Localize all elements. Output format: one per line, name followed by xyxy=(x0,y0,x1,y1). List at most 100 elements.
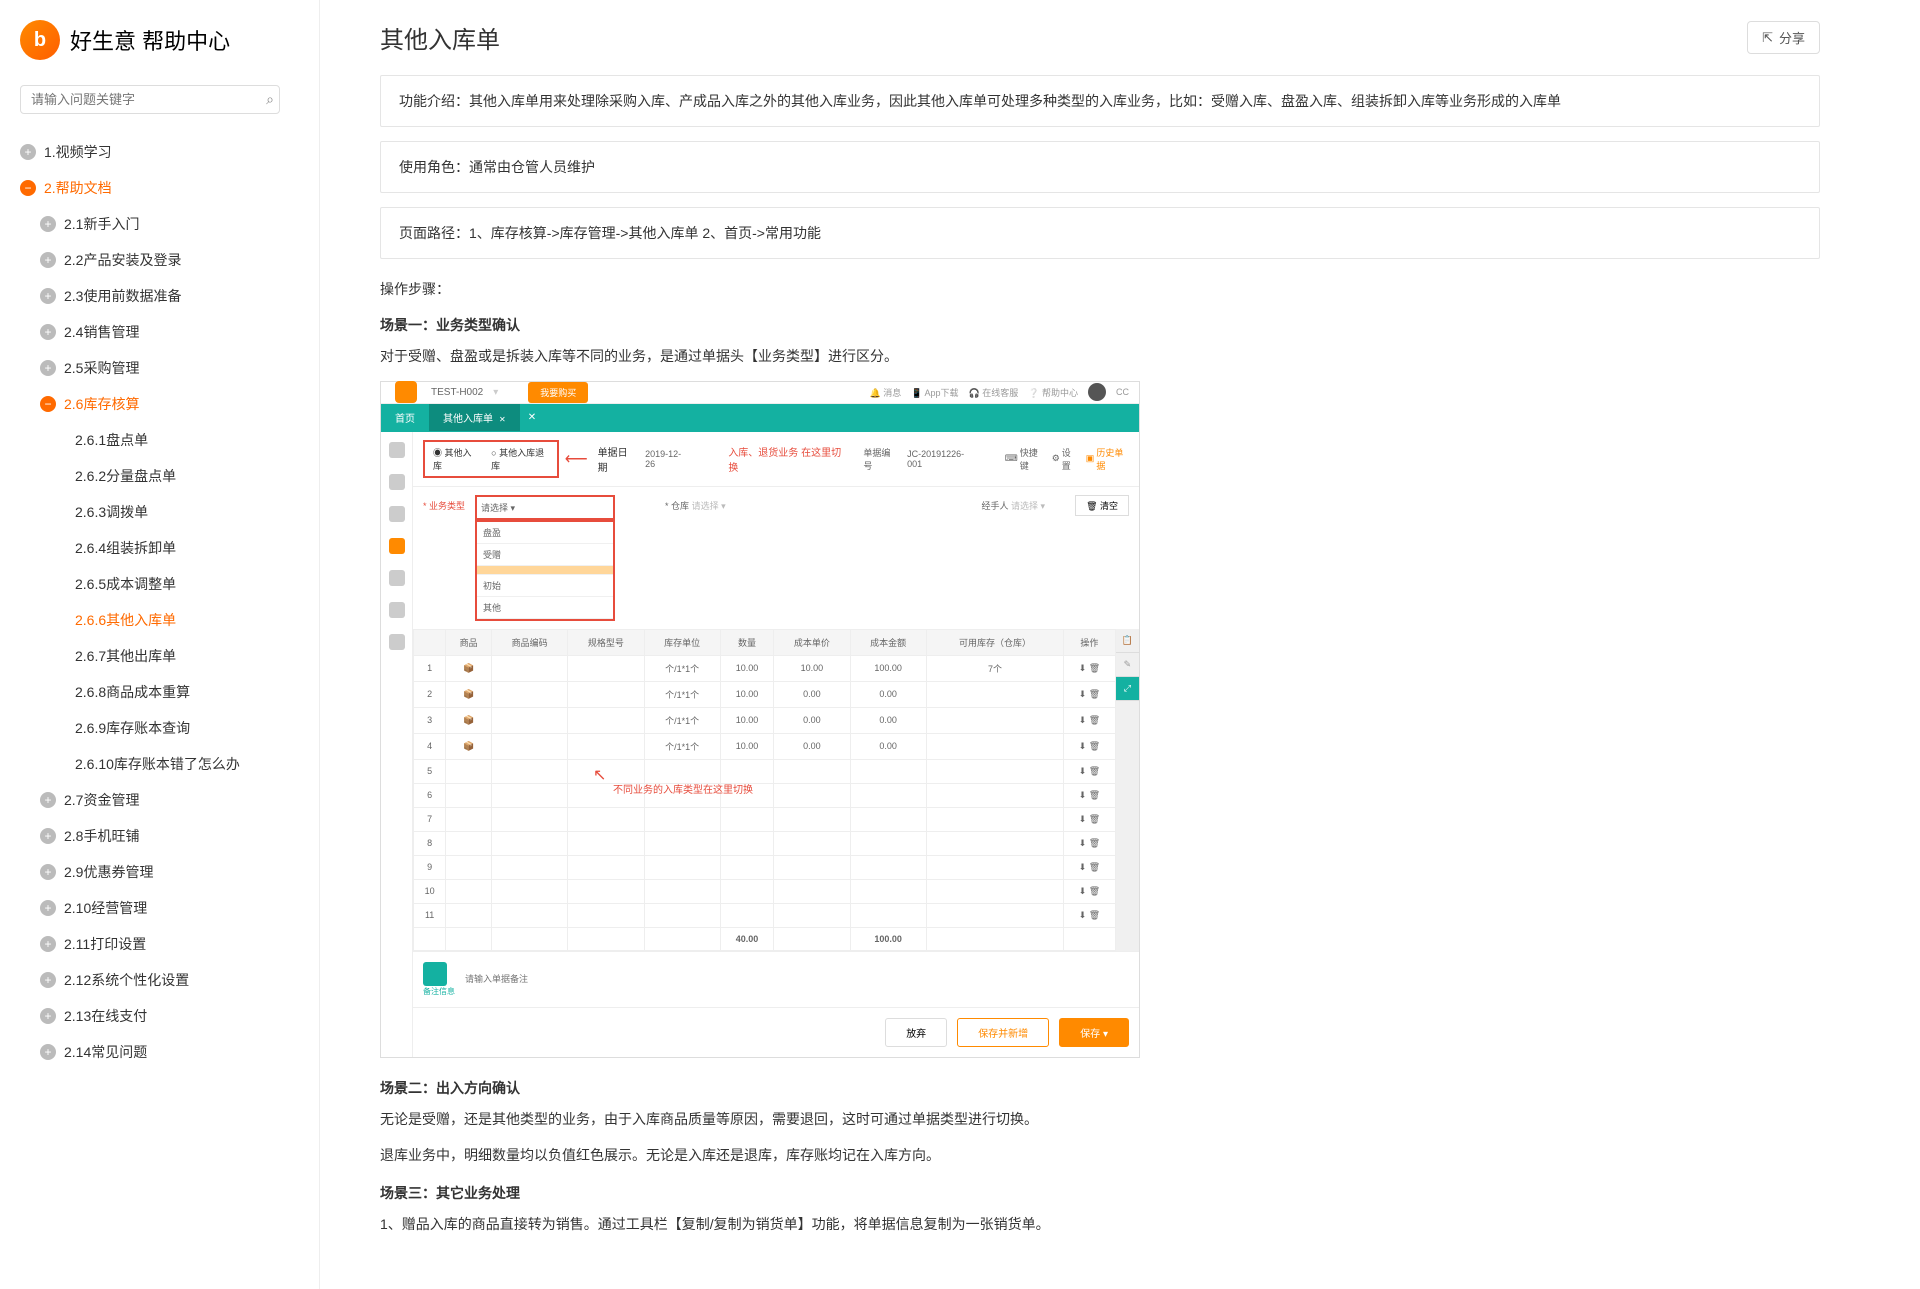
dropdown-item[interactable]: 其他 xyxy=(477,597,613,619)
ss-side-icon[interactable] xyxy=(389,602,405,618)
ss-date-value[interactable]: 2019-12-26 xyxy=(645,449,688,469)
nav-item[interactable]: 2.6.1盘点单 xyxy=(20,422,299,458)
ss-save-button[interactable]: 保存 ▾ xyxy=(1059,1018,1129,1047)
expand-icon[interactable] xyxy=(40,828,56,844)
ss-toolbar-item[interactable]: ▣ 历史单据 xyxy=(1086,446,1129,472)
ss-side-icon[interactable] xyxy=(389,442,405,458)
ss-radio-option[interactable]: ○ 其他入库退库 xyxy=(491,446,549,472)
ss-toolbar-item[interactable]: ⚙ 设置 xyxy=(1052,446,1078,472)
ss-top-link[interactable]: 📱 App下载 xyxy=(911,386,958,399)
nav-item[interactable]: 2.13在线支付 xyxy=(20,998,299,1034)
collapse-icon[interactable] xyxy=(40,396,56,412)
ss-note-input[interactable] xyxy=(465,974,1129,984)
nav-item[interactable]: 2.6.3调拨单 xyxy=(20,494,299,530)
ss-top-link[interactable]: 🔔 消息 xyxy=(870,386,902,399)
nav-item[interactable]: 2.8手机旺铺 xyxy=(20,818,299,854)
dropdown-item[interactable]: 盘盈 xyxy=(477,522,613,544)
nav-item[interactable]: 2.6.7其他出库单 xyxy=(20,638,299,674)
ss-radio-option[interactable]: ◉ 其他入库 xyxy=(433,446,477,472)
table-row[interactable]: 3📦个/1*1个10.000.000.00⬇ 🗑 xyxy=(414,707,1116,733)
nav-item[interactable]: 2.2产品安装及登录 xyxy=(20,242,299,278)
ss-top-link[interactable]: 🎧 在线客服 xyxy=(969,386,1019,399)
nav-item[interactable]: 2.6.8商品成本重算 xyxy=(20,674,299,710)
ss-clear-button[interactable]: 🗑 清空 xyxy=(1075,495,1129,516)
ss-side-icon[interactable] xyxy=(389,570,405,586)
dropdown-item[interactable]: 受赠 xyxy=(477,544,613,566)
expand-icon[interactable] xyxy=(20,144,36,160)
ss-dropdown-list: 盘盈受赠初始其他 xyxy=(475,520,615,621)
collapse-icon[interactable] xyxy=(20,180,36,196)
nav-item[interactable]: 2.9优惠券管理 xyxy=(20,854,299,890)
share-button[interactable]: ⇱ 分享 xyxy=(1747,21,1820,54)
main-content: 其他入库单 ⇱ 分享 功能介绍：其他入库单用来处理除采购入库、产成品入库之外的其… xyxy=(320,0,1880,1289)
expand-icon[interactable] xyxy=(40,324,56,340)
expand-icon[interactable] xyxy=(40,252,56,268)
table-row[interactable]: 2📦个/1*1个10.000.000.00⬇ 🗑 xyxy=(414,681,1116,707)
expand-icon[interactable] xyxy=(40,1008,56,1024)
ss-toolbar-item[interactable]: ⌨ 快捷键 xyxy=(1005,446,1044,472)
nav-item[interactable]: 2.7资金管理 xyxy=(20,782,299,818)
expand-icon[interactable] xyxy=(40,864,56,880)
table-row[interactable]: 5⬇ 🗑 xyxy=(414,759,1116,783)
ss-side-icon[interactable] xyxy=(389,474,405,490)
expand-icon[interactable] xyxy=(40,216,56,232)
avatar-icon[interactable] xyxy=(1088,383,1106,401)
ss-tab-home[interactable]: 首页 xyxy=(381,404,429,431)
nav-item[interactable]: 2.10经营管理 xyxy=(20,890,299,926)
expand-icon[interactable] xyxy=(40,792,56,808)
nav-item[interactable]: 2.12系统个性化设置 xyxy=(20,962,299,998)
strip-icon[interactable]: ⤢ xyxy=(1116,677,1139,701)
strip-icon[interactable]: 📋 xyxy=(1116,629,1139,653)
nav-item[interactable]: 2.6.2分量盘点单 xyxy=(20,458,299,494)
table-cell xyxy=(491,879,567,903)
nav-item[interactable]: 2.6.5成本调整单 xyxy=(20,566,299,602)
ss-tab-current[interactable]: 其他入库单✕ xyxy=(429,404,520,431)
ss-side-icon[interactable] xyxy=(389,506,405,522)
nav-item[interactable]: 2.4销售管理 xyxy=(20,314,299,350)
nav-item[interactable]: 2.1新手入门 xyxy=(20,206,299,242)
ss-top-link[interactable]: ❔ 帮助中心 xyxy=(1028,386,1078,399)
nav-item[interactable]: 2.6.9库存账本查询 xyxy=(20,710,299,746)
dropdown-item[interactable]: 初始 xyxy=(477,575,613,597)
nav-item[interactable]: 2.6.4组装拆卸单 xyxy=(20,530,299,566)
table-row[interactable]: 9⬇ 🗑 xyxy=(414,855,1116,879)
nav-item[interactable]: 2.5采购管理 xyxy=(20,350,299,386)
table-row[interactable]: 7⬇ 🗑 xyxy=(414,807,1116,831)
expand-icon[interactable] xyxy=(40,360,56,376)
ss-buy-button[interactable]: 我要购买 xyxy=(528,382,588,403)
expand-icon[interactable] xyxy=(40,900,56,916)
search-icon[interactable]: ⌕ xyxy=(266,91,274,108)
ss-side-icon[interactable] xyxy=(389,634,405,650)
table-row[interactable]: 10⬇ 🗑 xyxy=(414,879,1116,903)
close-icon[interactable]: ✕ xyxy=(499,415,506,424)
table-cell xyxy=(850,903,926,927)
expand-icon[interactable] xyxy=(40,936,56,952)
nav-item[interactable]: 2.帮助文档 xyxy=(20,170,299,206)
table-cell: 10 xyxy=(414,879,446,903)
table-row[interactable]: 6⬇ 🗑 xyxy=(414,783,1116,807)
nav-item[interactable]: 2.6.10库存账本错了怎么办 xyxy=(20,746,299,782)
table-row[interactable]: 4📦个/1*1个10.000.000.00⬇ 🗑 xyxy=(414,733,1116,759)
table-cell xyxy=(720,879,773,903)
ss-biztype-dropdown[interactable]: 请选择 ▾ xyxy=(475,495,615,520)
ss-discard-button[interactable]: 放弃 xyxy=(885,1018,947,1047)
search-input[interactable] xyxy=(20,85,280,114)
nav-item[interactable]: 2.6库存核算 xyxy=(20,386,299,422)
ss-side-icon-active[interactable] xyxy=(389,538,405,554)
nav-item[interactable]: 2.6.6其他入库单 xyxy=(20,602,299,638)
dropdown-item[interactable] xyxy=(477,566,613,575)
close-all-icon[interactable]: ✕ xyxy=(520,412,544,423)
table-row[interactable]: 8⬇ 🗑 xyxy=(414,831,1116,855)
table-row[interactable]: 1📦个/1*1个10.0010.00100.007个⬇ 🗑 xyxy=(414,655,1116,681)
nav-item[interactable]: 1.视频学习 xyxy=(20,134,299,170)
nav-item[interactable]: 2.11打印设置 xyxy=(20,926,299,962)
expand-icon[interactable] xyxy=(40,972,56,988)
ss-user[interactable]: CC xyxy=(1116,387,1129,397)
nav-item[interactable]: 2.14常见问题 xyxy=(20,1034,299,1070)
nav-item[interactable]: 2.3使用前数据准备 xyxy=(20,278,299,314)
table-row[interactable]: 11⬇ 🗑 xyxy=(414,903,1116,927)
strip-icon[interactable]: ✎ xyxy=(1116,653,1139,677)
expand-icon[interactable] xyxy=(40,1044,56,1060)
ss-save-new-button[interactable]: 保存并新增 xyxy=(957,1018,1049,1047)
expand-icon[interactable] xyxy=(40,288,56,304)
